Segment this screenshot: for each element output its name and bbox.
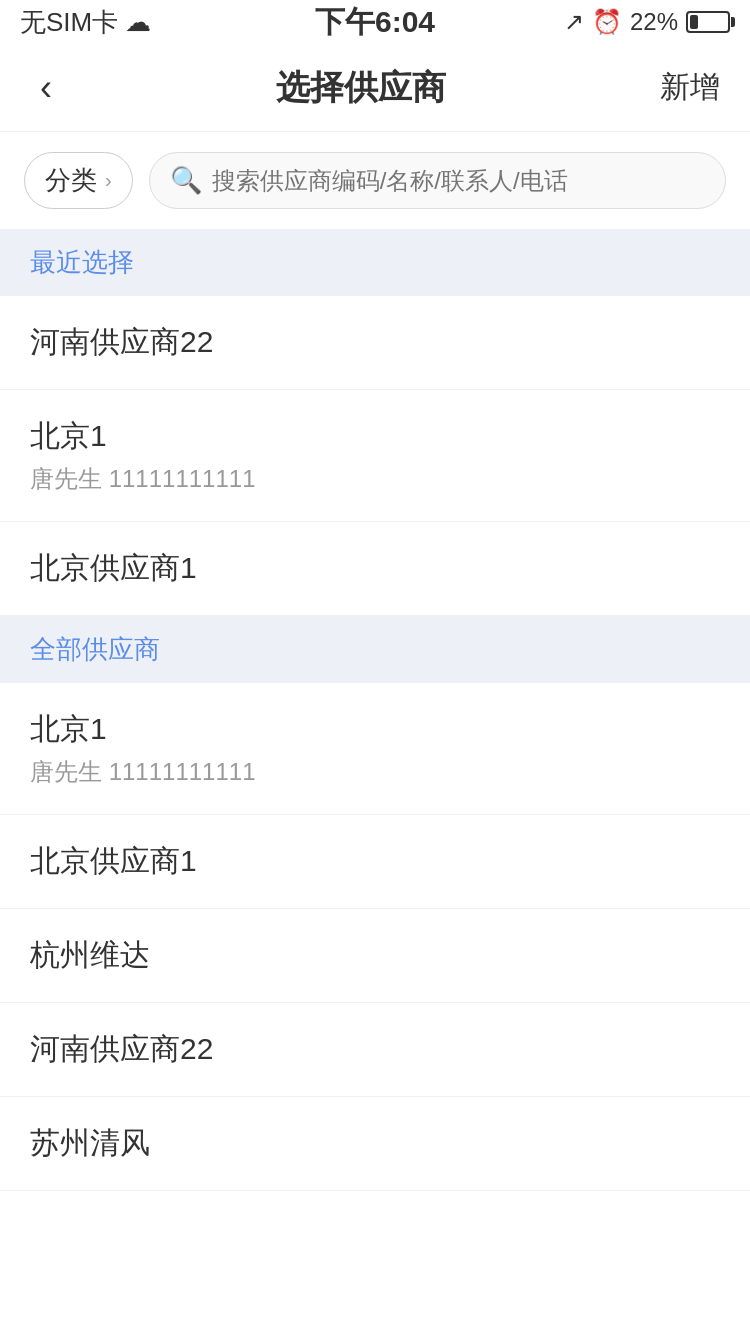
status-right: ↗ ⏰ 22% xyxy=(564,8,730,36)
sim-status: 无SIM卡 ☁ xyxy=(20,5,151,40)
item-name: 北京1 xyxy=(30,709,720,750)
list-item[interactable]: 河南供应商22 xyxy=(0,296,750,390)
item-subtitle: 唐先生 11111111111 xyxy=(30,463,720,495)
new-action-button[interactable]: 新增 xyxy=(660,67,720,108)
list-item[interactable]: 河南供应商22 xyxy=(0,1003,750,1097)
battery-icon xyxy=(686,11,730,33)
list-item[interactable]: 杭州维达 xyxy=(0,909,750,1003)
search-icon: 🔍 xyxy=(170,165,202,196)
alarm-icon: ⏰ xyxy=(592,8,622,36)
section-header-recent: 最近选择 xyxy=(0,229,750,296)
list-item[interactable]: 苏州清风 xyxy=(0,1097,750,1191)
list-item[interactable]: 北京供应商1 xyxy=(0,815,750,909)
category-label: 分类 xyxy=(45,163,97,198)
item-name: 北京1 xyxy=(30,416,720,457)
section-title-all: 全部供应商 xyxy=(30,634,160,664)
status-time: 下午6:04 xyxy=(315,2,435,43)
nav-title: 选择供应商 xyxy=(276,65,446,111)
chevron-right-icon: › xyxy=(105,169,112,192)
status-bar: 无SIM卡 ☁ 下午6:04 ↗ ⏰ 22% xyxy=(0,0,750,44)
item-subtitle: 唐先生 11111111111 xyxy=(30,756,720,788)
status-left: 无SIM卡 ☁ xyxy=(20,5,151,40)
item-name: 北京供应商1 xyxy=(30,841,720,882)
list-item[interactable]: 北京1 唐先生 11111111111 xyxy=(0,683,750,815)
search-input[interactable] xyxy=(212,167,705,195)
item-name: 杭州维达 xyxy=(30,935,720,976)
category-button[interactable]: 分类 › xyxy=(24,152,133,209)
list-item[interactable]: 北京1 唐先生 11111111111 xyxy=(0,390,750,522)
list-item[interactable]: 北京供应商1 xyxy=(0,522,750,616)
search-bar: 分类 › 🔍 xyxy=(0,132,750,229)
section-title-recent: 最近选择 xyxy=(30,247,134,277)
search-input-wrap: 🔍 xyxy=(149,152,726,209)
item-name: 河南供应商22 xyxy=(30,322,720,363)
back-button[interactable]: ‹ xyxy=(30,57,62,119)
battery-percent: 22% xyxy=(630,8,678,36)
supplier-list: 最近选择河南供应商22 北京1 唐先生 11111111111 北京供应商1 全部供应商… xyxy=(0,229,750,1191)
item-name: 北京供应商1 xyxy=(30,548,720,589)
section-header-all: 全部供应商 xyxy=(0,616,750,683)
item-name: 河南供应商22 xyxy=(30,1029,720,1070)
location-icon: ↗ xyxy=(564,8,584,36)
nav-bar: ‹ 选择供应商 新增 xyxy=(0,44,750,132)
item-name: 苏州清风 xyxy=(30,1123,720,1164)
